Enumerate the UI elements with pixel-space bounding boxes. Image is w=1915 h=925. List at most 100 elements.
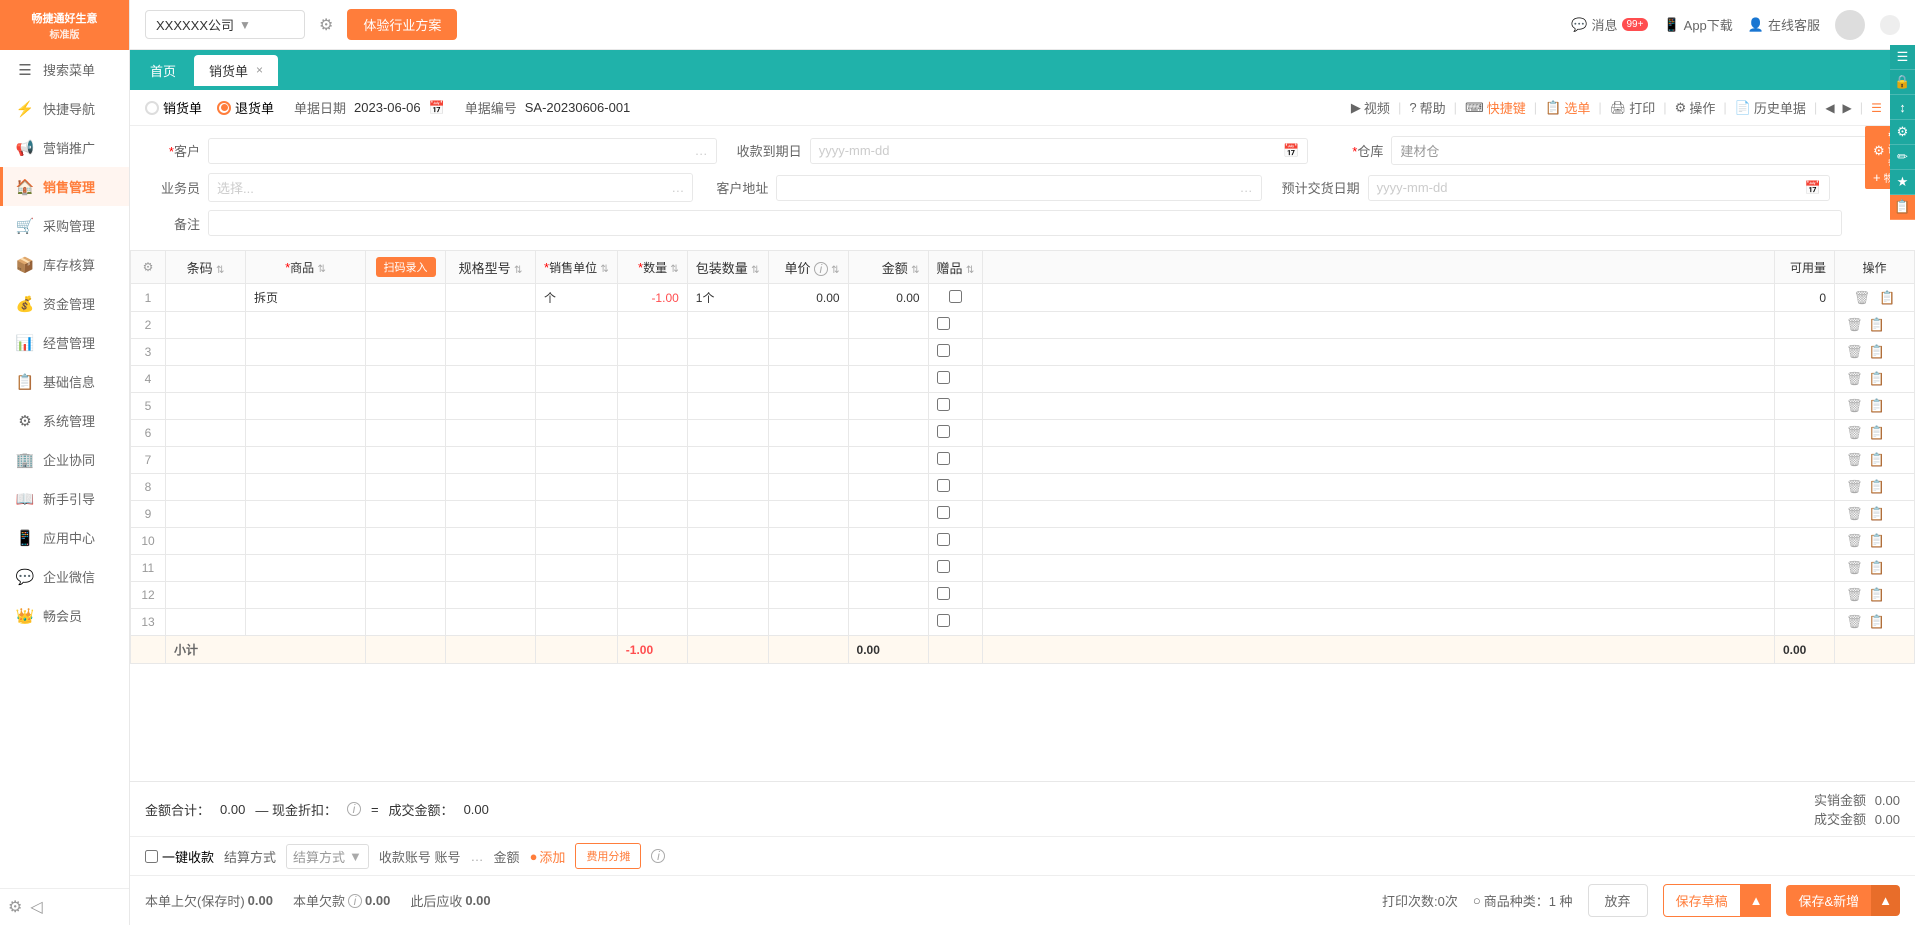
save-draft-arrow-btn[interactable]: ▲ <box>1741 884 1772 917</box>
scan-button[interactable]: 扫码录入 <box>376 257 436 277</box>
sidebar-item-system[interactable]: ⚙ 系统管理 <box>0 401 129 440</box>
tab-home[interactable]: 首页 <box>135 53 191 88</box>
far-right-icon-4[interactable]: ⚙ <box>1890 120 1915 145</box>
help-btn[interactable]: ? 帮助 <box>1409 98 1445 117</box>
calc-method-selector[interactable]: 结算方式 ▼ <box>286 844 369 869</box>
sidebar-item-finance[interactable]: 💰 资金管理 <box>0 284 129 323</box>
copy-icon[interactable]: 📋 <box>1869 614 1885 629</box>
delete-icon[interactable]: 🗑 <box>1846 587 1863 602</box>
delete-icon[interactable]: 🗑 <box>1853 290 1870 305</box>
fee-split-btn[interactable]: 费用分摊 <box>575 843 641 869</box>
shortcut-btn[interactable]: ⌨ 快捷键 <box>1465 98 1526 117</box>
delivery-calendar-icon[interactable]: 📅 <box>1805 180 1821 196</box>
nav-next-btn[interactable]: ▶ <box>1843 101 1852 115</box>
copy-icon[interactable]: 📋 <box>1869 425 1885 440</box>
company-selector[interactable]: XXXXXX公司 ▼ <box>145 10 305 39</box>
cell-gift[interactable] <box>928 284 983 312</box>
sidebar-item-marketing[interactable]: 📢 营销推广 <box>0 128 129 167</box>
cell-price[interactable]: 0.00 <box>768 284 848 312</box>
delete-icon[interactable]: 🗑 <box>1846 533 1863 548</box>
save-draft-btn[interactable]: 保存草稿 <box>1663 884 1741 917</box>
delete-icon[interactable]: 🗑 <box>1846 425 1863 440</box>
copy-icon[interactable]: 📋 <box>1869 317 1885 332</box>
sidebar-item-sales[interactable]: 🏠 销售管理 <box>0 167 129 206</box>
history-btn[interactable]: 📄 历史单据 <box>1735 98 1806 117</box>
tab-sales-order[interactable]: 销货单 × <box>194 55 278 86</box>
cell-amount[interactable]: 0.00 <box>848 284 928 312</box>
sidebar-item-basics[interactable]: 📋 基础信息 <box>0 362 129 401</box>
th-amount[interactable]: 金额 ⇅ <box>848 251 928 284</box>
tab-close-icon[interactable]: × <box>256 63 263 77</box>
delete-icon[interactable]: 🗑 <box>1846 317 1863 332</box>
cell-barcode[interactable] <box>166 284 246 312</box>
delete-icon[interactable]: 🗑 <box>1846 398 1863 413</box>
message-btn[interactable]: 💬 消息 99+ <box>1571 15 1648 34</box>
save-new-arrow-btn[interactable]: ▲ <box>1871 885 1900 916</box>
view-list-btn[interactable]: ☰ <box>1871 101 1882 115</box>
th-settings[interactable]: ⚙ <box>131 251 166 284</box>
due-date-calendar-icon[interactable]: 📅 <box>1283 143 1299 159</box>
warehouse-input[interactable]: 建材仓 … <box>1391 136 1900 165</box>
sidebar-item-member[interactable]: 👑 畅会员 <box>0 596 129 635</box>
fee-info-icon[interactable]: i <box>651 849 665 863</box>
sidebar-item-enterprise[interactable]: 🏢 企业协同 <box>0 440 129 479</box>
th-gift[interactable]: 赠品 ⇅ <box>928 251 983 284</box>
copy-icon[interactable]: 📋 <box>1869 344 1885 359</box>
discount-info-icon[interactable]: i <box>347 802 361 816</box>
avatar-2[interactable] <box>1880 15 1900 35</box>
settings-bottom-icon[interactable]: ⚙ <box>8 897 22 917</box>
delete-icon[interactable]: 🗑 <box>1846 452 1863 467</box>
copy-icon[interactable]: 📋 <box>1869 560 1885 575</box>
delete-icon[interactable]: 🗑 <box>1846 371 1863 386</box>
collapse-icon[interactable]: ◁ <box>30 897 42 917</box>
cell-note[interactable] <box>983 284 1775 312</box>
th-pkg-qty[interactable]: 包装数量 ⇅ <box>687 251 768 284</box>
th-spec[interactable]: 规格型号 ⇅ <box>446 251 536 284</box>
sidebar-item-quicknav[interactable]: ⚡ 快捷导航 <box>0 89 129 128</box>
far-right-icon-6[interactable]: ★ <box>1890 170 1915 195</box>
delete-icon[interactable]: 🗑 <box>1846 560 1863 575</box>
due-date-input[interactable]: yyyy-mm-dd 📅 <box>810 138 1309 164</box>
far-right-icon-2[interactable]: 🔒 <box>1890 70 1915 95</box>
customer-addr-input[interactable]: … <box>776 175 1261 201</box>
overdue-info-icon[interactable]: i <box>348 894 362 908</box>
far-right-icon-1[interactable]: ☰ <box>1890 45 1915 70</box>
radio-sale[interactable]: 销货单 <box>145 98 202 117</box>
salesperson-dots-icon[interactable]: … <box>671 180 684 195</box>
copy-icon[interactable]: 📋 <box>1869 452 1885 467</box>
delete-icon[interactable]: 🗑 <box>1846 344 1863 359</box>
nav-prev-btn[interactable]: ◀ <box>1825 101 1834 115</box>
trial-btn[interactable]: 体验行业方案 <box>347 9 457 40</box>
delete-icon[interactable]: 🗑 <box>1846 614 1863 629</box>
customer-dots-icon[interactable]: … <box>695 143 708 158</box>
video-btn[interactable]: ▶ 视频 <box>1351 98 1390 117</box>
save-new-btn[interactable]: 保存&新增 <box>1786 885 1871 916</box>
addr-dots-icon[interactable]: … <box>1240 180 1253 195</box>
avatar[interactable] <box>1835 10 1865 40</box>
th-price[interactable]: 单价 i ⇅ <box>768 251 848 284</box>
cell-pkg-qty[interactable]: 1个 <box>687 284 768 312</box>
delete-icon[interactable]: 🗑 <box>1846 506 1863 521</box>
copy-icon[interactable]: 📋 <box>1869 479 1885 494</box>
far-right-icon-7[interactable]: 📋 <box>1890 195 1915 220</box>
th-barcode[interactable]: 条码 ⇅ <box>166 251 246 284</box>
delete-icon[interactable]: 🗑 <box>1846 479 1863 494</box>
print-btn[interactable]: 🖨 打印 <box>1610 98 1656 117</box>
customer-input[interactable]: … <box>208 138 717 164</box>
abandon-btn[interactable]: 放弃 <box>1588 884 1648 917</box>
salesperson-input[interactable]: 选择... … <box>208 173 693 202</box>
copy-icon[interactable]: 📋 <box>1869 506 1885 521</box>
sidebar-item-inventory[interactable]: 📦 库存核算 <box>0 245 129 284</box>
app-download-btn[interactable]: 📱 App下载 <box>1663 15 1732 34</box>
copy-icon[interactable]: 📋 <box>1869 371 1885 386</box>
select-btn[interactable]: 📋 选单 <box>1545 98 1590 117</box>
cell-spec[interactable] <box>446 284 536 312</box>
cell-qty[interactable]: -1.00 <box>617 284 687 312</box>
copy-icon[interactable]: 📋 <box>1869 398 1885 413</box>
cell-unit[interactable]: 个 <box>536 284 618 312</box>
delivery-date-input[interactable]: yyyy-mm-dd 📅 <box>1368 175 1830 201</box>
add-btn[interactable]: ● 添加 <box>530 847 566 866</box>
service-btn[interactable]: 👤 在线客服 <box>1748 15 1820 34</box>
th-product[interactable]: *商品 ⇅ <box>246 251 366 284</box>
calendar-icon[interactable]: 📅 <box>429 100 445 116</box>
